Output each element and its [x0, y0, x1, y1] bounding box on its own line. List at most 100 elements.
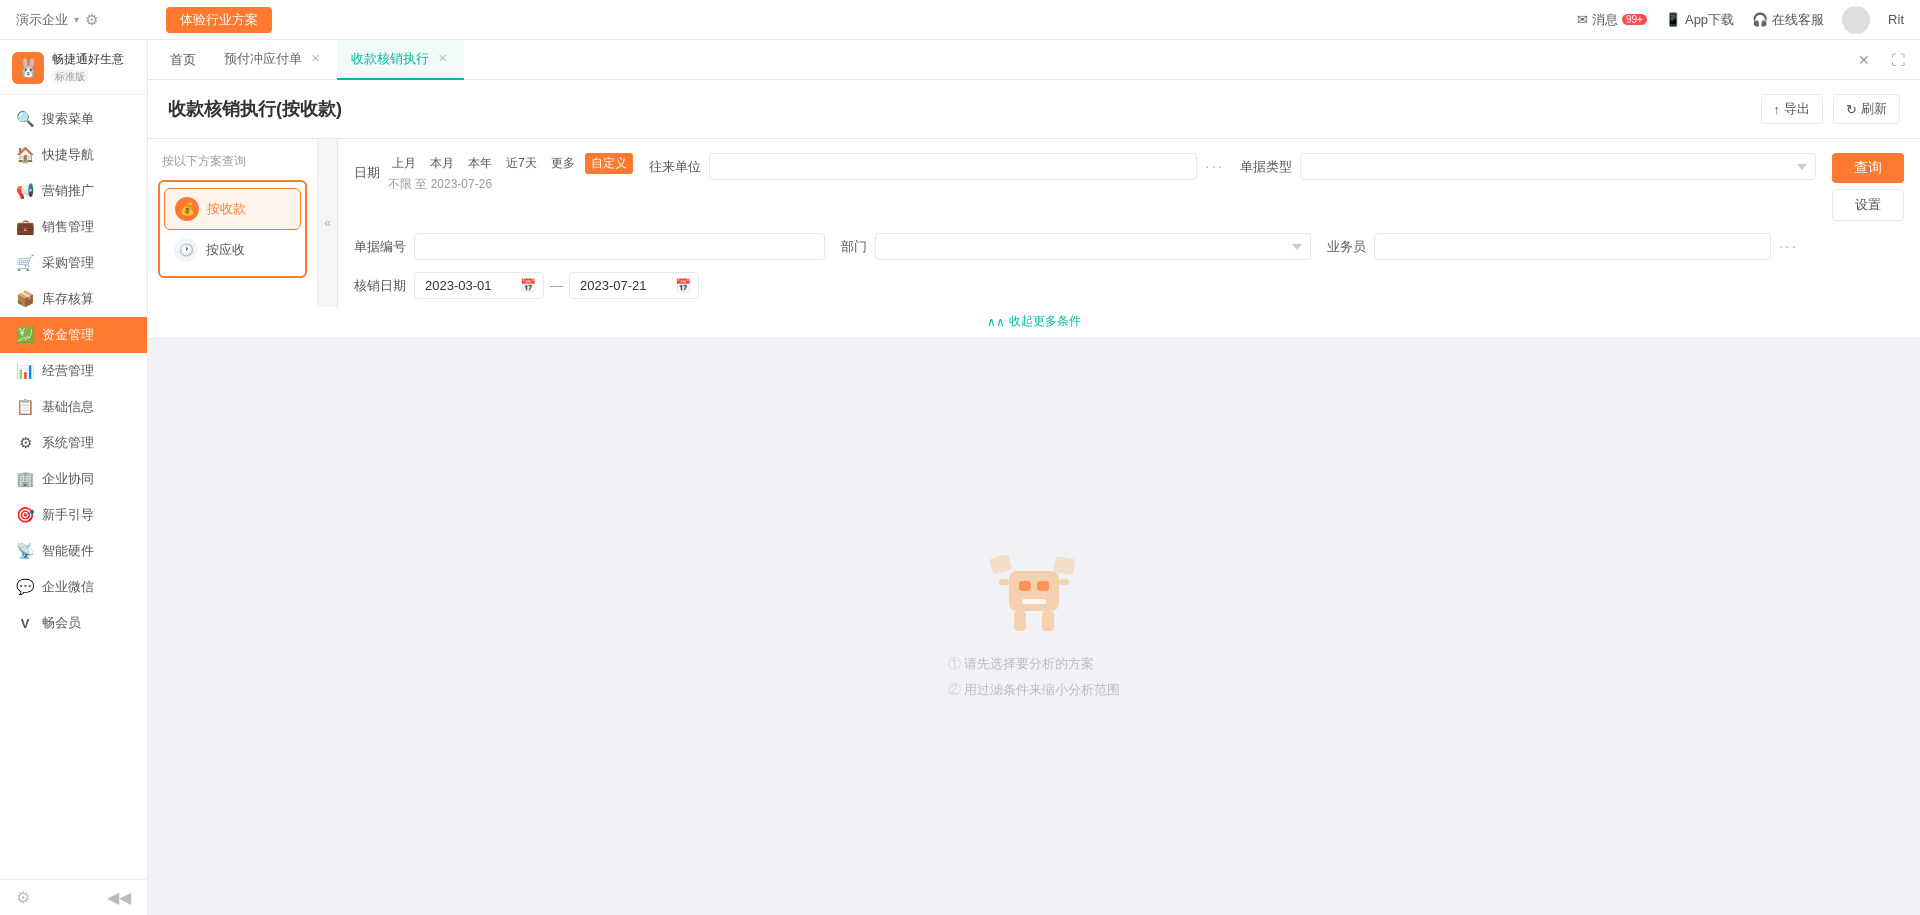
hardware-icon: 📡	[16, 542, 34, 560]
sidebar-item-member[interactable]: V 畅会员	[0, 605, 147, 641]
sidebar-collapse-icon[interactable]: ◀◀	[107, 888, 131, 907]
counterparty-input[interactable]	[709, 153, 1197, 180]
sidebar-item-finance[interactable]: 💹 资金管理	[0, 317, 147, 353]
top-bar-right: ✉ 消息 99+ 📱 App下载 🎧 在线客服 Rit	[1577, 6, 1904, 34]
empty-illustration	[984, 551, 1084, 641]
sidebar-item-basic[interactable]: 📋 基础信息	[0, 389, 147, 425]
finance-icon: 💹	[16, 326, 34, 344]
tab-payment[interactable]: 收款核销执行 ✕	[337, 40, 464, 80]
filter-type-by-receipt[interactable]: 💰 按收款	[164, 188, 301, 230]
solution-btn[interactable]: 体验行业方案	[166, 7, 272, 33]
verify-date-start-cal-icon[interactable]: 📅	[520, 278, 536, 293]
doctype-select[interactable]	[1300, 153, 1816, 180]
filter-verifydate-field: 核销日期 📅 — 📅	[354, 272, 699, 299]
basic-icon: 📋	[16, 398, 34, 416]
refresh-icon: ↻	[1846, 102, 1857, 117]
sidebar-item-guide[interactable]: 🎯 新手引导	[0, 497, 147, 533]
settings-icon[interactable]: ⚙	[85, 11, 98, 29]
sidebar-menu: 🔍 搜索菜单 🏠 快捷导航 📢 营销推广 💼 销售管理 🛒 采购管理 📦	[0, 95, 147, 879]
tab-prepay[interactable]: 预付冲应付单 ✕	[210, 40, 337, 80]
verify-date-label: 核销日期	[354, 277, 406, 295]
avatar[interactable]	[1842, 6, 1870, 34]
main-layout: 🐰 畅捷通好生意 标准版 🔍 搜索菜单 🏠 快捷导航 📢 营销推广 💼 销售管理	[0, 40, 1920, 915]
sidebar-item-purchase[interactable]: 🛒 采购管理	[0, 245, 147, 281]
filter-date-field: 日期 上月 本月 本年 近7天 更多 自定义 不限 至 2023-07-26	[354, 153, 633, 193]
svg-rect-6	[1014, 611, 1026, 631]
message-badge: 99+	[1622, 14, 1647, 25]
date-more[interactable]: 更多	[547, 153, 579, 174]
filter-row-3: 核销日期 📅 — 📅	[354, 272, 1904, 299]
svg-rect-0	[1009, 571, 1059, 611]
tab-payment-close[interactable]: ✕	[435, 51, 450, 66]
date-label: 日期	[354, 164, 380, 182]
filter-collapse-btn[interactable]: «	[318, 139, 338, 307]
staff-more-icon[interactable]: ···	[1779, 238, 1798, 256]
collapse-more-btn[interactable]: ∧∧ 收起更多条件	[987, 313, 1081, 330]
date-last-month[interactable]: 上月	[388, 153, 420, 174]
counterparty-more-icon[interactable]: ···	[1205, 158, 1224, 176]
sidebar-settings-icon[interactable]: ⚙	[16, 888, 30, 907]
filter-type-receivable-label: 按应收	[206, 241, 245, 259]
app-icon: 📱	[1665, 12, 1681, 27]
tab-close-btn[interactable]: ✕	[1850, 46, 1878, 74]
doctype-label: 单据类型	[1240, 158, 1292, 176]
date-custom[interactable]: 自定义	[585, 153, 633, 174]
tab-prepay-close[interactable]: ✕	[308, 51, 323, 66]
sidebar-item-nav[interactable]: 🏠 快捷导航	[0, 137, 147, 173]
empty-hint-2: 用过滤条件来缩小分析范围	[948, 677, 1121, 703]
sidebar-item-weixin[interactable]: 💬 企业微信	[0, 569, 147, 605]
date-7days[interactable]: 近7天	[502, 153, 541, 174]
dept-label: 部门	[841, 238, 867, 256]
verify-date-range: 📅 — 📅	[414, 272, 699, 299]
sidebar-item-marketing[interactable]: 📢 营销推广	[0, 173, 147, 209]
refresh-btn[interactable]: ↻ 刷新	[1833, 94, 1900, 124]
inventory-icon: 📦	[16, 290, 34, 308]
date-this-year[interactable]: 本年	[464, 153, 496, 174]
svg-rect-1	[1019, 581, 1031, 591]
svg-rect-5	[1059, 579, 1069, 585]
filter-doctype-field: 单据类型	[1240, 153, 1816, 180]
sidebar-item-inventory[interactable]: 📦 库存核算	[0, 281, 147, 317]
app-download-btn[interactable]: 📱 App下载	[1665, 11, 1734, 29]
export-btn[interactable]: ↑ 导出	[1761, 94, 1824, 124]
sidebar-item-collab[interactable]: 🏢 企业协同	[0, 461, 147, 497]
empty-hint-1: 请先选择要分析的方案	[948, 651, 1121, 677]
workspace-dropdown-icon[interactable]: ▾	[74, 14, 79, 25]
export-label: 导出	[1784, 100, 1810, 118]
message-btn[interactable]: ✉ 消息 99+	[1577, 11, 1647, 29]
online-service-btn[interactable]: 🎧 在线客服	[1752, 11, 1824, 29]
tab-home[interactable]: 首页	[156, 40, 210, 80]
sidebar-item-label: 快捷导航	[42, 146, 94, 164]
sidebar-item-sales[interactable]: 💼 销售管理	[0, 209, 147, 245]
content-area: 首页 预付冲应付单 ✕ 收款核销执行 ✕ ✕ ⛶ 收款核销执行(按收款) ↑	[148, 40, 1920, 915]
filter-dept-field: 部门	[841, 233, 1312, 260]
sidebar-item-label: 企业微信	[42, 578, 94, 596]
sidebar-item-operations[interactable]: 📊 经营管理	[0, 353, 147, 389]
filter-type-by-receivable[interactable]: 🕐 按应收	[164, 230, 301, 270]
svg-rect-2	[1037, 581, 1049, 591]
tab-expand-btn[interactable]: ⛶	[1884, 46, 1912, 74]
dept-select[interactable]	[875, 233, 1312, 260]
filter-panel: 按以下方案查询 💰 按收款 🕐 按应收 «	[148, 139, 1920, 307]
collapse-label: 收起更多条件	[1009, 313, 1081, 330]
sidebar-item-label: 资金管理	[42, 326, 94, 344]
receivable-icon: 🕐	[174, 238, 198, 262]
sidebar-item-hardware[interactable]: 📡 智能硬件	[0, 533, 147, 569]
settings-btn[interactable]: 设置	[1832, 189, 1904, 221]
verify-date-end-cal-icon[interactable]: 📅	[675, 278, 691, 293]
docno-input[interactable]	[414, 233, 825, 260]
operations-icon: 📊	[16, 362, 34, 380]
app-name-block: 畅捷通好生意 标准版	[52, 52, 124, 84]
online-service-label: 在线客服	[1772, 11, 1824, 29]
sidebar-bottom: ⚙ ◀◀	[0, 879, 147, 915]
query-btn[interactable]: 查询	[1832, 153, 1904, 183]
svg-rect-7	[1042, 611, 1054, 631]
sidebar-item-label: 经营管理	[42, 362, 94, 380]
staff-input[interactable]	[1374, 233, 1770, 260]
sidebar-item-search[interactable]: 🔍 搜索菜单	[0, 101, 147, 137]
date-this-month[interactable]: 本月	[426, 153, 458, 174]
date-value-col: 上月 本月 本年 近7天 更多 自定义 不限 至 2023-07-26	[388, 153, 633, 193]
sidebar-item-system[interactable]: ⚙ 系统管理	[0, 425, 147, 461]
collapse-more-bar[interactable]: ∧∧ 收起更多条件	[148, 307, 1920, 339]
filter-counterparty-field: 往来单位 ···	[649, 153, 1225, 180]
